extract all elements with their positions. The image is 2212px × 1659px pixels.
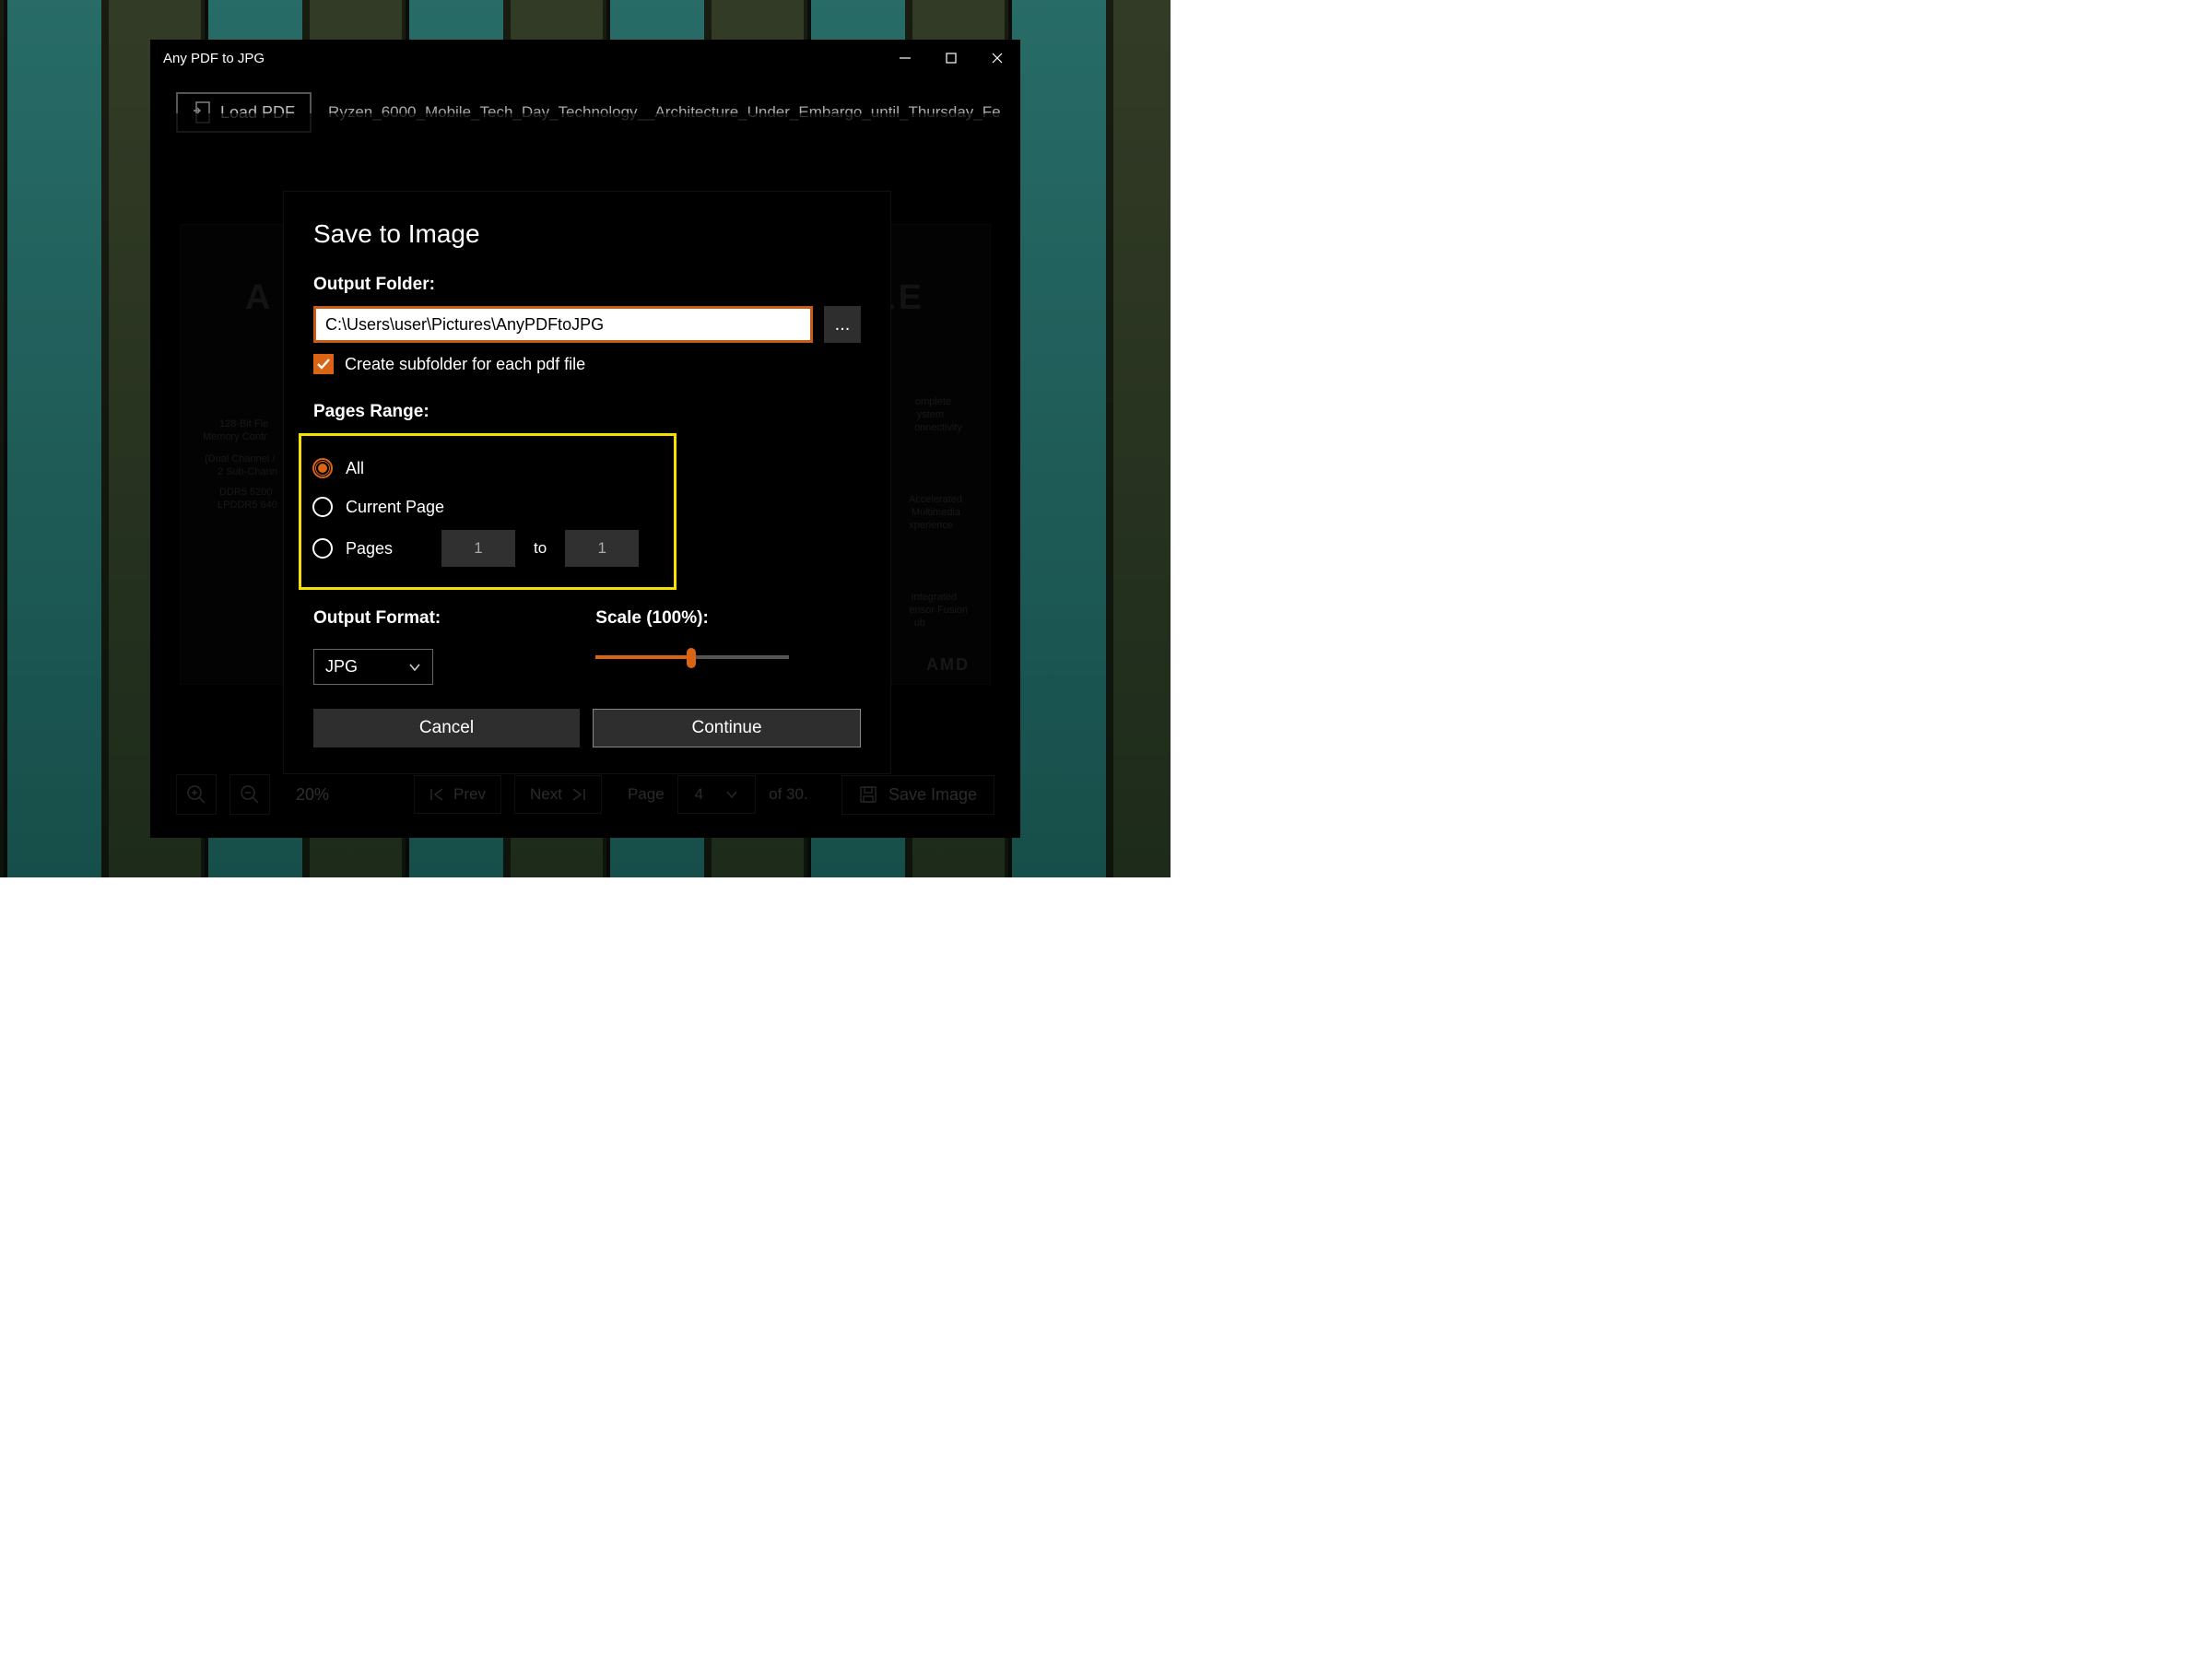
save-to-image-dialog: Save to Image Output Folder: ... Create … (283, 191, 891, 774)
browse-folder-button[interactable]: ... (824, 306, 861, 343)
page-to-input[interactable] (565, 530, 639, 567)
slider-fill (595, 655, 692, 659)
scale-label: Scale (100%): (595, 608, 861, 629)
minimize-icon (899, 52, 912, 65)
pages-range-highlight: All Current Page Pages to (299, 433, 677, 590)
chevron-down-icon (408, 661, 421, 674)
close-icon (991, 52, 1004, 65)
output-format-value: JPG (325, 657, 358, 677)
close-button[interactable] (974, 40, 1020, 76)
window-title: Any PDF to JPG (163, 51, 882, 66)
slider-thumb[interactable] (687, 648, 696, 668)
radio-pages-label: Pages (346, 539, 429, 559)
continue-button[interactable]: Continue (593, 709, 861, 747)
page-from-input[interactable] (441, 530, 515, 567)
create-subfolder-checkbox[interactable] (313, 354, 334, 374)
scale-slider[interactable] (595, 641, 789, 673)
maximize-icon (945, 52, 958, 65)
radio-page-range[interactable] (312, 538, 333, 559)
titlebar: Any PDF to JPG (150, 40, 1020, 76)
desktop-background: Any PDF to JPG Load PDF Ryze (0, 0, 1171, 877)
cancel-button[interactable]: Cancel (313, 709, 580, 747)
create-subfolder-label: Create subfolder for each pdf file (345, 355, 585, 374)
pages-range-label: Pages Range: (313, 402, 861, 422)
radio-all-pages[interactable] (312, 458, 333, 478)
output-format-select[interactable]: JPG (313, 649, 433, 685)
to-label: to (534, 539, 547, 558)
radio-current-page[interactable] (312, 497, 333, 517)
output-format-label: Output Format: (313, 608, 441, 629)
output-folder-label: Output Folder: (313, 275, 861, 295)
check-icon (316, 357, 331, 371)
radio-current-label: Current Page (346, 498, 444, 517)
maximize-button[interactable] (928, 40, 974, 76)
output-folder-input[interactable] (313, 306, 813, 343)
dialog-title: Save to Image (313, 219, 861, 249)
radio-all-label: All (346, 459, 364, 478)
app-window: Any PDF to JPG Load PDF Ryze (150, 40, 1020, 838)
minimize-button[interactable] (882, 40, 928, 76)
